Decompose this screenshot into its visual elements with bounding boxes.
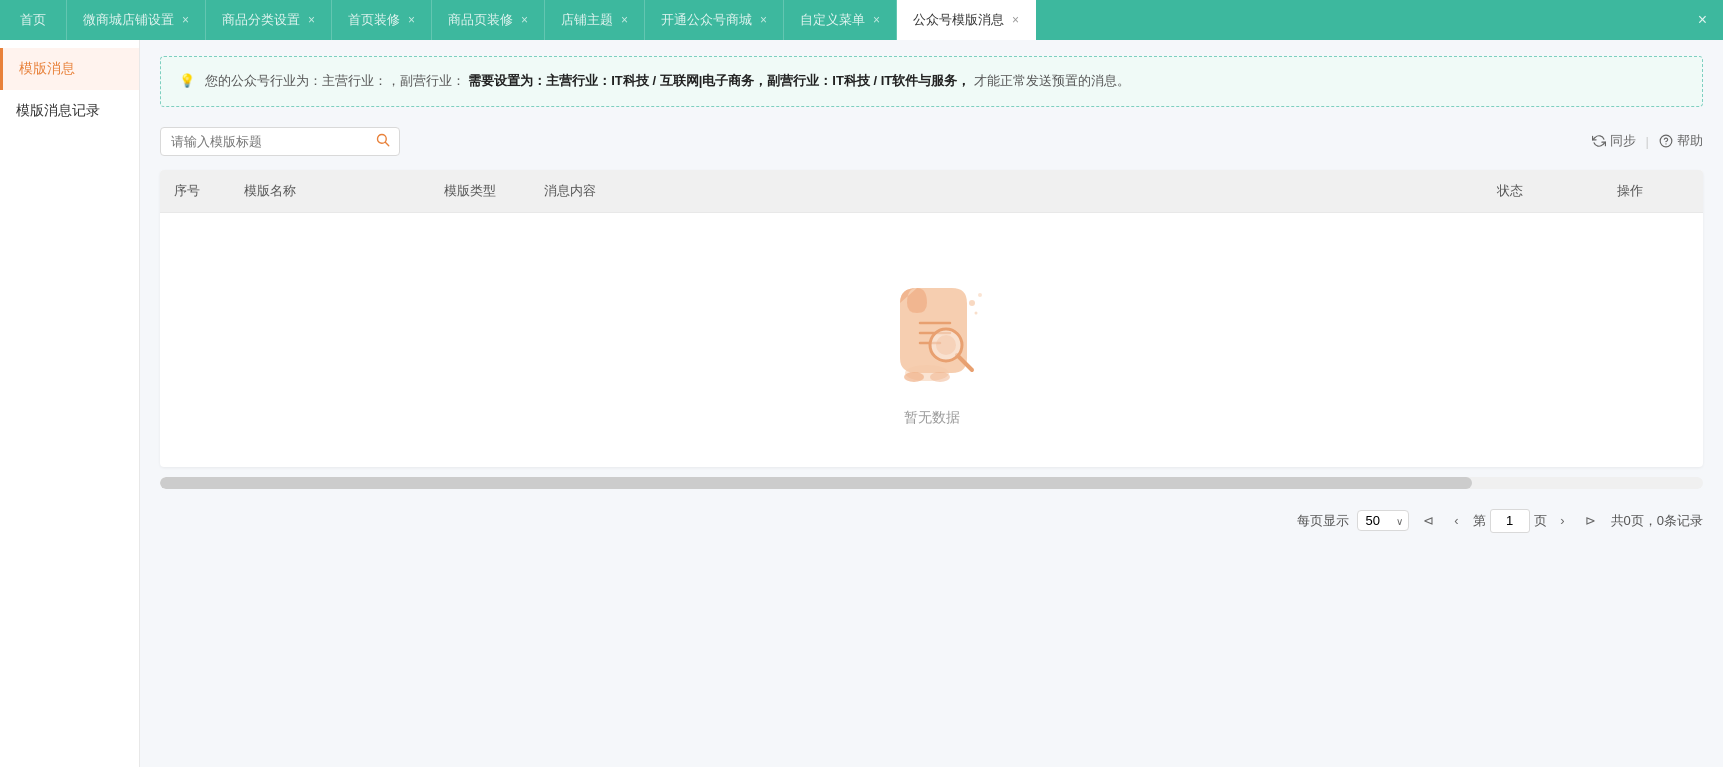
- page-size-select-wrap: 10 20 50 100: [1357, 510, 1409, 531]
- close-shop-settings[interactable]: ×: [182, 13, 189, 27]
- sync-icon: [1592, 134, 1606, 148]
- tab-open-wechat-shop-label: 开通公众号商城: [661, 11, 752, 29]
- col-type: 模版类型: [430, 170, 530, 213]
- search-input[interactable]: [160, 127, 400, 156]
- tab-shop-settings-label: 微商城店铺设置: [83, 11, 174, 29]
- svg-point-12: [978, 293, 982, 297]
- search-input-wrap: [160, 127, 400, 156]
- sidebar-item-template-message-label: 模版消息: [19, 60, 75, 76]
- close-home-decoration[interactable]: ×: [408, 13, 415, 27]
- tab-store-theme-label: 店铺主题: [561, 11, 613, 29]
- pagination: 每页显示 10 20 50 100 ⊲ ‹ 第 页 ›: [160, 499, 1703, 543]
- tab-shop-settings[interactable]: 微商城店铺设置 ×: [67, 0, 206, 40]
- last-page-button[interactable]: ⊳: [1579, 509, 1603, 533]
- empty-text: 暂无数据: [160, 409, 1703, 427]
- sidebar-item-template-message-record[interactable]: 模版消息记录: [0, 90, 139, 132]
- toolbar-right: 同步 | 帮助: [1592, 132, 1703, 150]
- toolbar-divider: |: [1646, 134, 1649, 149]
- help-button[interactable]: 帮助: [1659, 132, 1703, 150]
- sidebar: 模版消息 模版消息记录: [0, 40, 140, 767]
- col-name: 模版名称: [230, 170, 430, 213]
- scrollbar-thumb[interactable]: [160, 477, 1472, 489]
- content-area: 💡 您的公众号行业为：主营行业：，副营行业： 需要设置为：主营行业：IT科技 /…: [140, 40, 1723, 767]
- svg-point-14: [904, 372, 924, 382]
- tab-category-settings[interactable]: 商品分类设置 ×: [206, 0, 332, 40]
- page-suffix: 页: [1534, 512, 1547, 530]
- col-content: 消息内容: [530, 170, 1483, 213]
- search-bar: 同步 | 帮助: [160, 127, 1703, 156]
- svg-line-1: [385, 143, 388, 146]
- notice-prefix: 您的公众号行业为：主营行业：，副营行业：: [205, 73, 465, 88]
- tab-template-message-label: 公众号模版消息: [913, 11, 1004, 29]
- empty-icon: [872, 273, 992, 393]
- sync-button[interactable]: 同步: [1592, 132, 1636, 150]
- page-number-input[interactable]: [1490, 509, 1530, 533]
- close-category-settings[interactable]: ×: [308, 13, 315, 27]
- main-layout: 模版消息 模版消息记录 💡 您的公众号行业为：主营行业：，副营行业： 需要设置为…: [0, 40, 1723, 767]
- close-open-wechat-shop[interactable]: ×: [760, 13, 767, 27]
- table-header: 序号 模版名称 模版类型 消息内容 状态 操作: [160, 170, 1703, 213]
- col-status: 状态: [1483, 170, 1603, 213]
- empty-state: 暂无数据: [160, 213, 1703, 467]
- help-icon: [1659, 134, 1673, 148]
- tab-product-decoration-label: 商品页装修: [448, 11, 513, 29]
- close-custom-menu[interactable]: ×: [873, 13, 880, 27]
- page-size-select[interactable]: 10 20 50 100: [1357, 510, 1409, 531]
- tab-custom-menu[interactable]: 自定义菜单 ×: [784, 0, 897, 40]
- notice-suffix: 才能正常发送预置的消息。: [974, 73, 1130, 88]
- tab-category-settings-label: 商品分类设置: [222, 11, 300, 29]
- svg-point-11: [969, 300, 975, 306]
- close-product-decoration[interactable]: ×: [521, 13, 528, 27]
- first-page-button[interactable]: ⊲: [1417, 509, 1441, 533]
- help-label: 帮助: [1677, 132, 1703, 150]
- col-action: 操作: [1603, 170, 1703, 213]
- svg-point-10: [936, 335, 956, 355]
- sync-label: 同步: [1610, 132, 1636, 150]
- notice-icon: 💡: [179, 73, 195, 88]
- tab-home-decoration-label: 首页装修: [348, 11, 400, 29]
- total-info: 共0页，0条记录: [1611, 512, 1703, 530]
- col-index: 序号: [160, 170, 230, 213]
- notice-banner: 💡 您的公众号行业为：主营行业：，副营行业： 需要设置为：主营行业：IT科技 /…: [160, 56, 1703, 107]
- tab-store-theme[interactable]: 店铺主题 ×: [545, 0, 645, 40]
- tab-home-label: 首页: [20, 11, 46, 29]
- close-template-message[interactable]: ×: [1012, 13, 1019, 27]
- tab-custom-menu-label: 自定义菜单: [800, 11, 865, 29]
- sidebar-item-template-message[interactable]: 模版消息: [0, 48, 139, 90]
- page-label: 第: [1473, 512, 1486, 530]
- search-icon[interactable]: [375, 132, 390, 150]
- svg-point-13: [974, 311, 977, 314]
- sidebar-item-template-message-record-label: 模版消息记录: [16, 102, 100, 118]
- data-table: 序号 模版名称 模版类型 消息内容 状态 操作: [160, 170, 1703, 467]
- empty-row: 暂无数据: [160, 212, 1703, 467]
- page-nav: ⊲ ‹ 第 页 › ⊳: [1417, 509, 1603, 533]
- prev-page-button[interactable]: ‹: [1445, 509, 1469, 533]
- next-page-button[interactable]: ›: [1551, 509, 1575, 533]
- table-body: 暂无数据: [160, 212, 1703, 467]
- notice-highlight: 需要设置为：主营行业：IT科技 / 互联网|电子商务，副营行业：IT科技 / I…: [468, 73, 970, 88]
- tab-home[interactable]: 首页: [0, 0, 67, 40]
- horizontal-scrollbar[interactable]: [160, 477, 1703, 489]
- page-size-label: 每页显示: [1297, 512, 1349, 530]
- top-nav: 首页 微商城店铺设置 × 商品分类设置 × 首页装修 × 商品页装修 × 店铺主…: [0, 0, 1723, 40]
- global-close-button[interactable]: ×: [1682, 11, 1723, 29]
- close-store-theme[interactable]: ×: [621, 13, 628, 27]
- tab-template-message[interactable]: 公众号模版消息 ×: [897, 0, 1036, 40]
- svg-point-15: [930, 372, 950, 382]
- tab-home-decoration[interactable]: 首页装修 ×: [332, 0, 432, 40]
- tab-open-wechat-shop[interactable]: 开通公众号商城 ×: [645, 0, 784, 40]
- tab-product-decoration[interactable]: 商品页装修 ×: [432, 0, 545, 40]
- table-header-row: 序号 模版名称 模版类型 消息内容 状态 操作: [160, 170, 1703, 213]
